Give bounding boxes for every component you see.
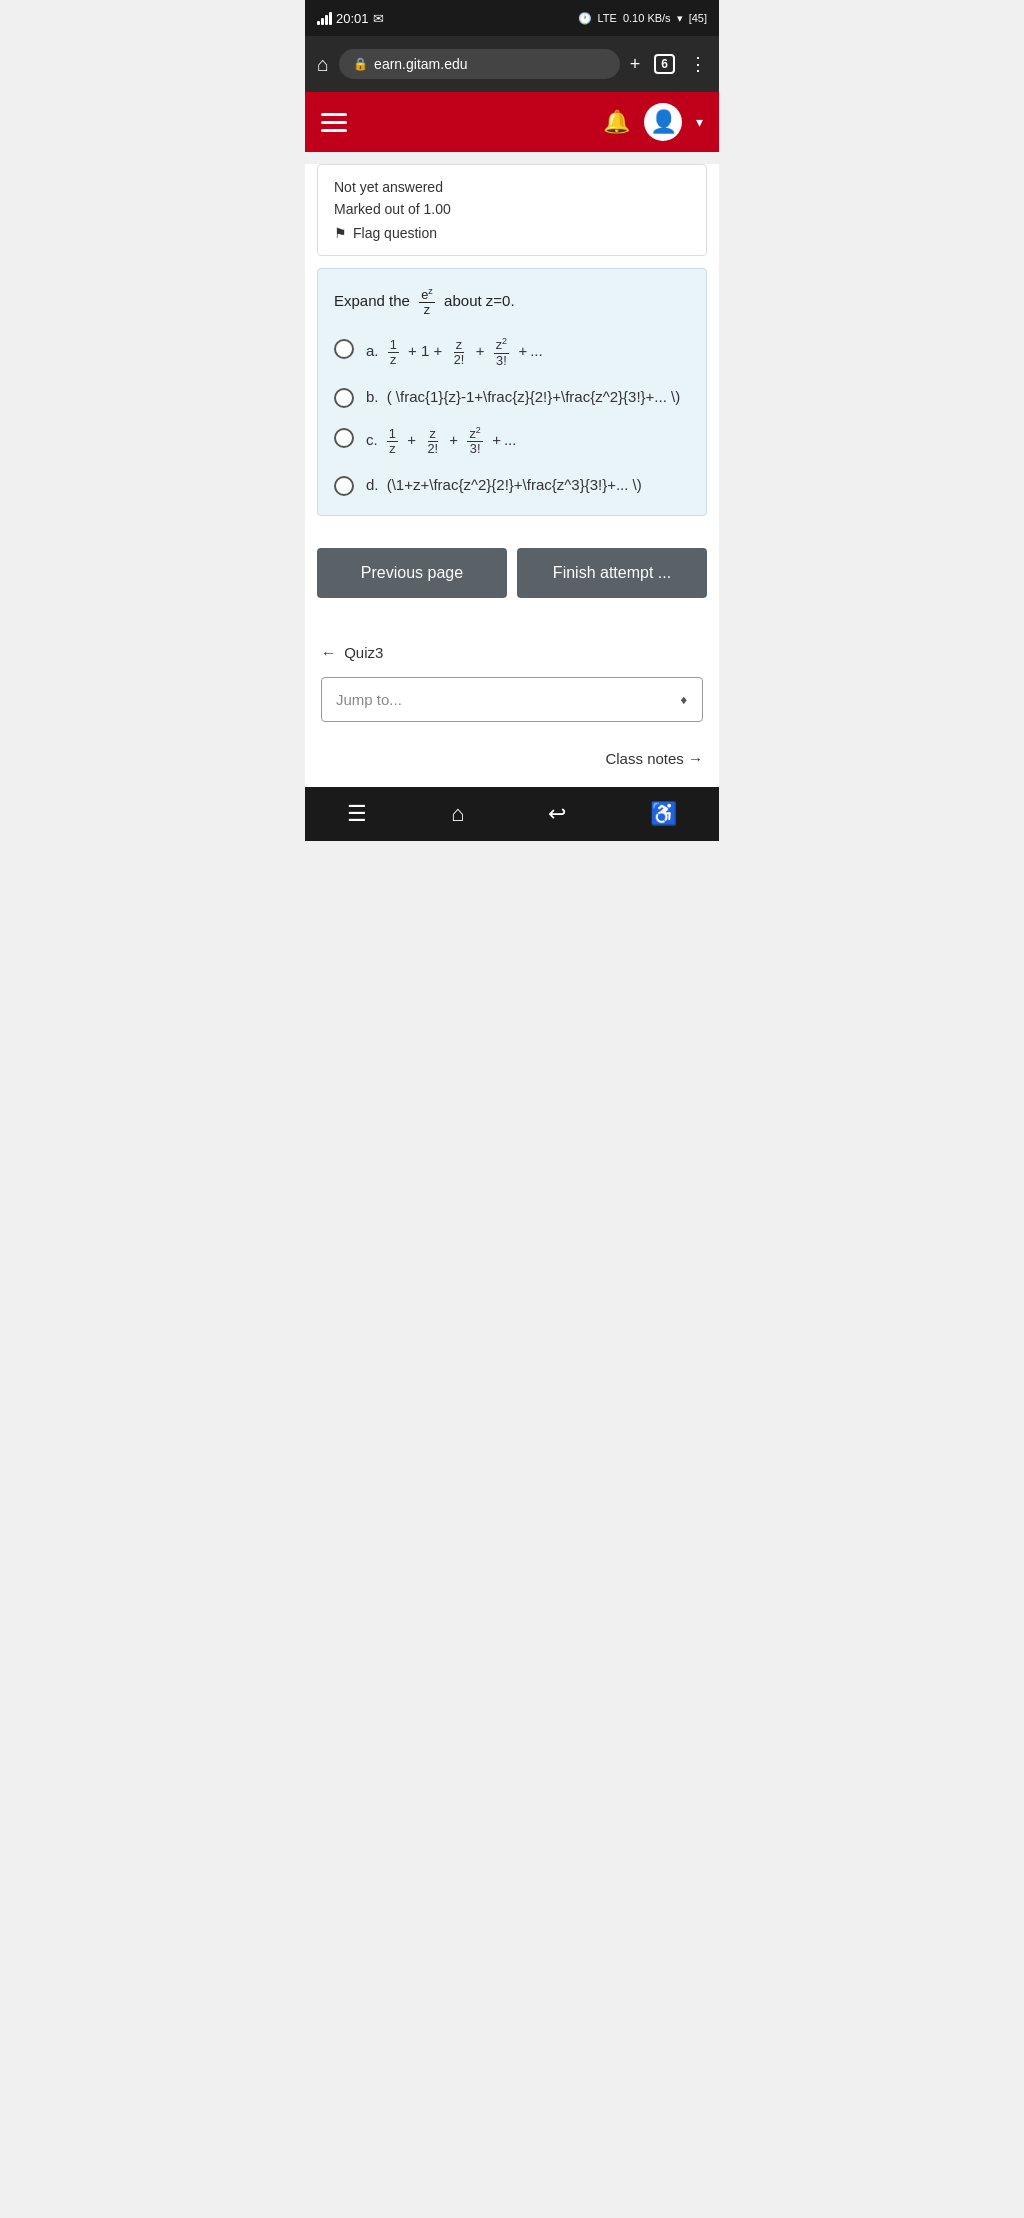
class-notes[interactable]: Class notes → bbox=[305, 738, 719, 787]
clock-icon: 🕐 bbox=[578, 12, 592, 25]
bottom-menu-icon[interactable]: ☰ bbox=[347, 801, 367, 827]
network-speed: 0.10 KB/s bbox=[623, 12, 671, 24]
nav-buttons: Previous page Finish attempt ... bbox=[305, 528, 719, 628]
radio-a[interactable] bbox=[334, 339, 354, 359]
email-icon: ✉ bbox=[373, 11, 384, 26]
browser-bar: ⌂ 🔒 earn.gitam.edu + 6 ⋮ bbox=[305, 36, 719, 92]
question-marks: Marked out of 1.00 bbox=[334, 201, 690, 217]
hamburger-menu[interactable] bbox=[321, 113, 347, 132]
fraction: ez z bbox=[419, 287, 435, 317]
wifi-icon: ▾ bbox=[677, 12, 683, 25]
header-right: 🔔 👤 ▾ bbox=[603, 103, 703, 141]
url-text: earn.gitam.edu bbox=[374, 56, 606, 72]
option-c[interactable]: c. 1 z + z 2! + z2 3! + ... bbox=[334, 426, 690, 456]
radio-c[interactable] bbox=[334, 428, 354, 448]
address-bar[interactable]: 🔒 earn.gitam.edu bbox=[339, 49, 620, 79]
question-box: Expand the ez z about z=0. a. 1 z bbox=[317, 268, 707, 516]
status-left: 20:01 ✉ bbox=[317, 11, 384, 26]
jump-to-container: Jump to... ⬧ bbox=[305, 671, 719, 738]
signal-bars bbox=[317, 12, 332, 25]
bottom-nav: ☰ ⌂ ↩ ♿ bbox=[305, 787, 719, 841]
option-b[interactable]: b. ( \frac{1}{z}-1+\frac{z}{2!}+\frac{z^… bbox=[334, 386, 690, 409]
back-arrow-icon: ← bbox=[321, 644, 336, 661]
question-info-box: Not yet answered Marked out of 1.00 ⚑ Fl… bbox=[317, 164, 707, 256]
network-type: LTE bbox=[598, 12, 617, 24]
radio-b[interactable] bbox=[334, 388, 354, 408]
back-link-text: Quiz3 bbox=[344, 644, 383, 661]
option-d[interactable]: d. (\1+z+\frac{z^2}{2!}+\frac{z^3}{3!}+.… bbox=[334, 474, 690, 497]
add-tab-icon[interactable]: + bbox=[630, 54, 641, 75]
app-header: 🔔 👤 ▾ bbox=[305, 92, 719, 152]
hamburger-line-2 bbox=[321, 121, 347, 124]
bottom-back-icon[interactable]: ↩ bbox=[548, 801, 566, 827]
hamburger-line-1 bbox=[321, 113, 347, 116]
hamburger-line-3 bbox=[321, 129, 347, 132]
flag-question[interactable]: ⚑ Flag question bbox=[334, 225, 690, 241]
class-notes-label: Class notes → bbox=[605, 750, 703, 767]
status-right: 🕐 LTE 0.10 KB/s ▾ [45] bbox=[578, 12, 707, 25]
tab-count[interactable]: 6 bbox=[654, 54, 675, 74]
main-content: Not yet answered Marked out of 1.00 ⚑ Fl… bbox=[305, 164, 719, 787]
bottom-home-icon[interactable]: ⌂ bbox=[451, 801, 464, 827]
jump-to-select[interactable]: Jump to... bbox=[321, 677, 703, 722]
browser-actions: + 6 ⋮ bbox=[630, 53, 707, 75]
chevron-down-icon[interactable]: ▾ bbox=[696, 114, 703, 130]
radio-d[interactable] bbox=[334, 476, 354, 496]
option-a-label: a. 1 z + 1 + z 2! + z2 3! + bbox=[366, 337, 543, 367]
avatar[interactable]: 👤 bbox=[644, 103, 682, 141]
jump-to-select-wrapper: Jump to... ⬧ bbox=[321, 677, 703, 722]
flag-label: Flag question bbox=[353, 225, 437, 241]
status-bar: 20:01 ✉ 🕐 LTE 0.10 KB/s ▾ [45] bbox=[305, 0, 719, 36]
option-c-label: c. 1 z + z 2! + z2 3! + ... bbox=[366, 426, 516, 456]
option-b-label: b. ( \frac{1}{z}-1+\frac{z}{2!}+\frac{z^… bbox=[366, 386, 680, 409]
more-options-icon[interactable]: ⋮ bbox=[689, 53, 707, 75]
browser-home-icon[interactable]: ⌂ bbox=[317, 53, 329, 76]
bottom-accessibility-icon[interactable]: ♿ bbox=[650, 801, 677, 827]
bell-icon[interactable]: 🔔 bbox=[603, 109, 630, 135]
battery-indicator: [45] bbox=[689, 12, 707, 24]
finish-attempt-button[interactable]: Finish attempt ... bbox=[517, 548, 707, 598]
status-time: 20:01 bbox=[336, 11, 369, 26]
question-status: Not yet answered bbox=[334, 179, 690, 195]
flag-icon: ⚑ bbox=[334, 225, 347, 241]
previous-page-button[interactable]: Previous page bbox=[317, 548, 507, 598]
question-text: Expand the ez z about z=0. bbox=[334, 287, 690, 317]
back-link[interactable]: ← Quiz3 bbox=[305, 628, 719, 671]
option-a[interactable]: a. 1 z + 1 + z 2! + z2 3! + bbox=[334, 337, 690, 367]
user-icon: 👤 bbox=[650, 109, 677, 135]
options-list: a. 1 z + 1 + z 2! + z2 3! + bbox=[334, 337, 690, 497]
option-d-label: d. (\1+z+\frac{z^2}{2!}+\frac{z^3}{3!}+.… bbox=[366, 474, 642, 497]
math-expression: ez z bbox=[418, 292, 440, 309]
lock-icon: 🔒 bbox=[353, 57, 368, 71]
